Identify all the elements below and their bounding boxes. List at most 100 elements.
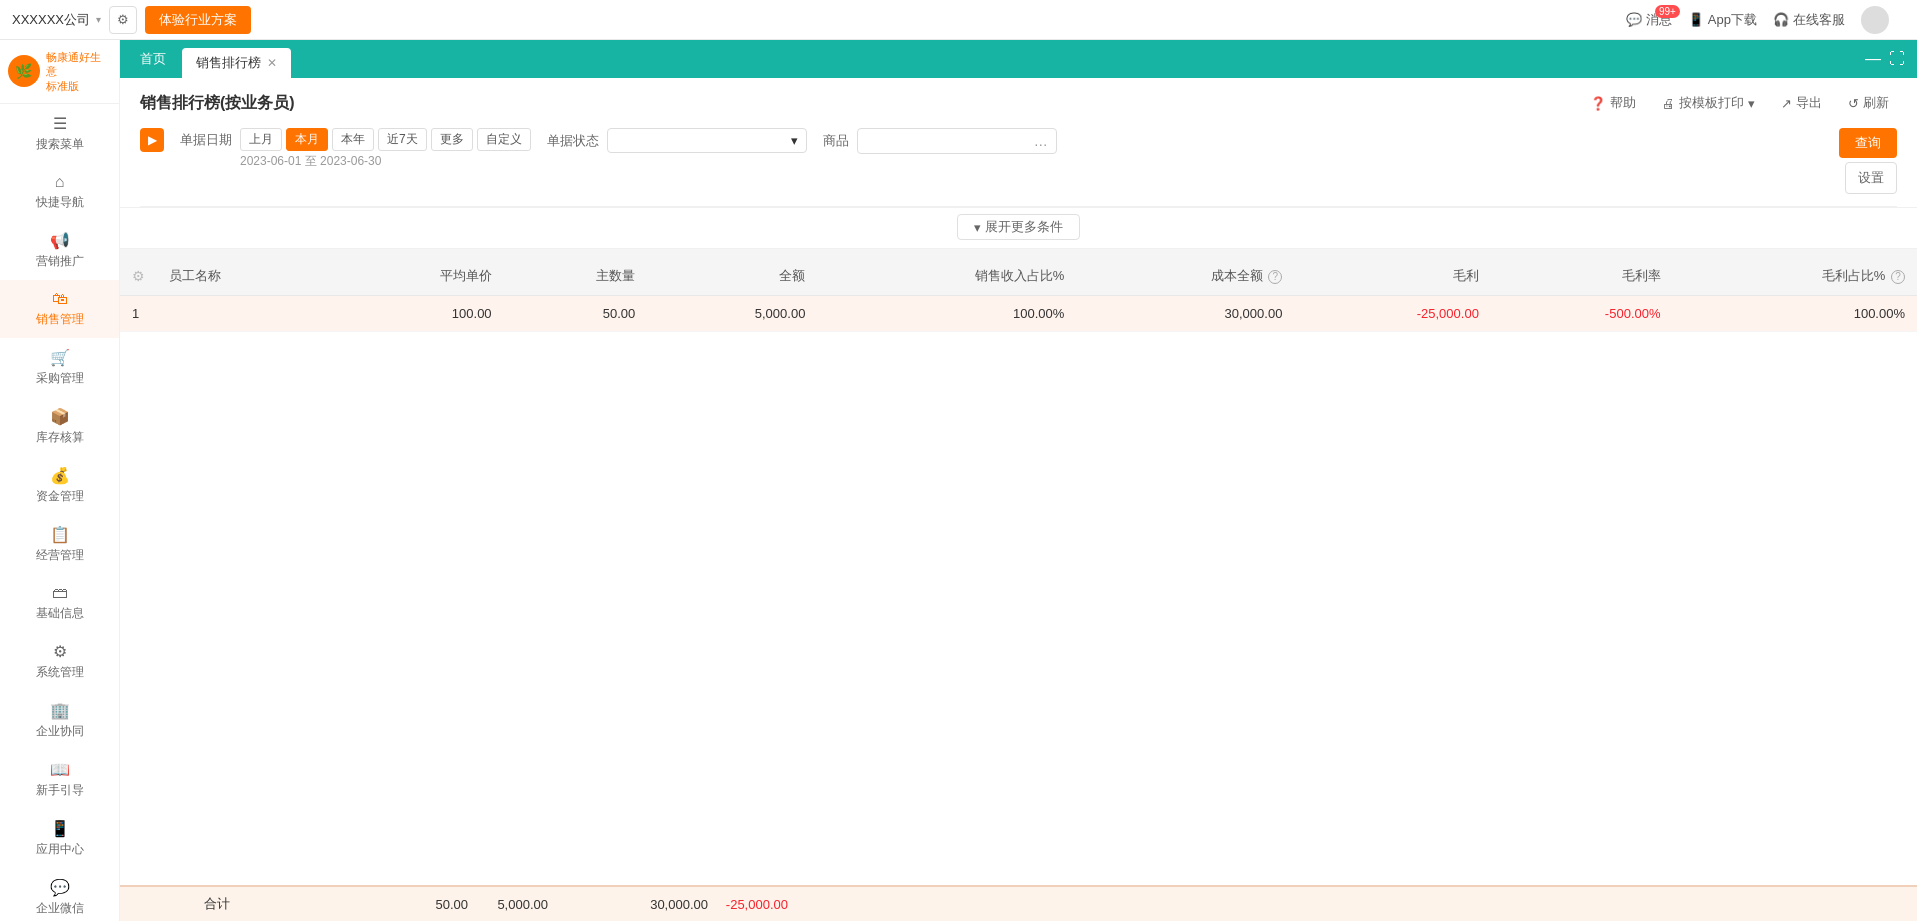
date-btn-more[interactable]: 更多 [431, 128, 473, 151]
gear-icon: ⚙ [53, 642, 67, 661]
date-btn-this-month[interactable]: 本月 [286, 128, 328, 151]
table-footer: 合计 50.00 5,000.00 30,000.00 -25,000.00 [120, 885, 1917, 921]
date-filter-group: 单据日期 上月 本月 本年 近7天 更多 自定义 [180, 128, 531, 170]
sidebar: 🌿 畅康通好生意 标准版 ☰ 搜索菜单 ⌂ 快捷导航 📢 营销推广 🛍 销售管理… [0, 40, 120, 921]
page-title: 销售排行榜(按业务员) [140, 93, 295, 114]
footer-amount: 5,000.00 [484, 897, 564, 912]
chevron-down-icon: ▾ [96, 14, 101, 25]
status-select[interactable]: ▾ [607, 128, 807, 153]
status-select-arrow: ▾ [791, 133, 798, 148]
tab-bar-right: — ⛶ [1865, 50, 1913, 68]
export-button[interactable]: ↗ 导出 [1773, 90, 1830, 116]
sidebar-item-sales[interactable]: 🛍 销售管理 [0, 280, 119, 338]
tab-home[interactable]: 首页 [124, 40, 182, 78]
sidebar-item-wechat[interactable]: 💬 企业微信 [0, 868, 119, 921]
col-qty: 主数量 [504, 257, 648, 296]
page-actions: ❓ 帮助 🖨 按模板打印 ▾ ↗ 导出 ↺ [1582, 90, 1897, 116]
date-btn-custom[interactable]: 自定义 [477, 128, 531, 151]
date-btn-this-year[interactable]: 本年 [332, 128, 374, 151]
refresh-icon: ↺ [1848, 96, 1859, 111]
sidebar-item-basic-info[interactable]: 🗃 基础信息 [0, 574, 119, 632]
grosspct-info-icon[interactable]: ? [1891, 270, 1905, 284]
top-bar: XXXXXX公司 ▾ ⚙ 体验行业方案 💬 消息 99+ 📱 App下载 🎧 在… [0, 0, 1917, 40]
cell-gross-pct: 100.00% [1673, 296, 1917, 332]
avatar[interactable] [1861, 6, 1889, 34]
wechat-icon: 💬 [50, 878, 70, 897]
tab-sales-rank[interactable]: 销售排行榜 ✕ [182, 48, 291, 78]
date-btn-7days[interactable]: 近7天 [378, 128, 427, 151]
sidebar-item-guide[interactable]: 📖 新手引导 [0, 750, 119, 809]
print-chevron-icon: ▾ [1748, 96, 1755, 111]
table-area: ⚙ 员工名称 平均单价 主数量 [120, 257, 1917, 885]
sidebar-item-inventory[interactable]: 📦 库存核算 [0, 397, 119, 456]
date-btn-group: 上月 本月 本年 近7天 更多 自定义 [240, 128, 531, 151]
company-name: XXXXXX公司 [12, 11, 90, 29]
content-area: 首页 销售排行榜 ✕ — ⛶ 销售排行榜(按业务员) ❓ 帮助 [120, 40, 1917, 921]
page-settings-button[interactable]: 设置 [1845, 162, 1897, 194]
expand-more-row: ▾ 展开更多条件 [120, 208, 1917, 249]
footer-qty: 50.00 [404, 897, 484, 912]
megaphone-icon: 📢 [50, 231, 70, 250]
col-sales-pct: 销售收入占比% [817, 257, 1076, 296]
cell-gross-rate: -500.00% [1491, 296, 1673, 332]
expand-icon: ▾ [974, 220, 981, 235]
company-selector[interactable]: XXXXXX公司 ▾ [12, 11, 101, 29]
sidebar-item-marketing[interactable]: 📢 营销推广 [0, 221, 119, 280]
mobile-icon: 📱 [1688, 12, 1704, 27]
online-support-button[interactable]: 🎧 在线客服 [1773, 11, 1845, 29]
date-btn-prev-month[interactable]: 上月 [240, 128, 282, 151]
clipboard-icon: 📋 [50, 525, 70, 544]
sidebar-item-operation[interactable]: 📋 经营管理 [0, 515, 119, 574]
status-filter-group: 单据状态 ▾ [547, 128, 807, 153]
help-icon: ❓ [1590, 96, 1606, 111]
print-button[interactable]: 🖨 按模板打印 ▾ [1654, 90, 1763, 116]
col-name: 员工名称 [157, 257, 330, 296]
filter-toggle-button[interactable]: ▶ [140, 128, 164, 152]
headset-icon: 🎧 [1773, 12, 1789, 27]
trial-button[interactable]: 体验行业方案 [145, 6, 251, 34]
message-icon: 💬 [1626, 12, 1642, 27]
help-button[interactable]: ❓ 帮助 [1582, 90, 1644, 116]
cost-info-icon[interactable]: ? [1268, 270, 1282, 284]
col-avg-price: 平均单价 [330, 257, 503, 296]
sidebar-item-app-center[interactable]: 📱 应用中心 [0, 809, 119, 868]
sidebar-item-quick-nav[interactable]: ⌂ 快捷导航 [0, 163, 119, 221]
building-icon: 🏢 [50, 701, 70, 720]
col-gross-pct: 毛利占比% ? [1673, 257, 1917, 296]
col-gross-rate: 毛利率 [1491, 257, 1673, 296]
app-download-button[interactable]: 📱 App下载 [1688, 11, 1757, 29]
refresh-button[interactable]: ↺ 刷新 [1840, 90, 1897, 116]
footer-label: 合计 [204, 895, 324, 913]
message-button[interactable]: 💬 消息 99+ [1626, 11, 1672, 29]
footer-sales-pct [564, 897, 644, 912]
filter-bar: ▶ 单据日期 上月 本月 本年 近7天 更多 [140, 128, 1897, 207]
top-right-area: 💬 消息 99+ 📱 App下载 🎧 在线客服 [1626, 6, 1905, 34]
message-badge: 99+ [1655, 5, 1680, 18]
tab-maximize-button[interactable]: ⛶ [1889, 50, 1905, 68]
logo-text: 畅康通好生意 标准版 [46, 50, 111, 93]
sidebar-item-enterprise[interactable]: 🏢 企业协同 [0, 691, 119, 750]
tab-close-icon[interactable]: ✕ [267, 56, 277, 70]
goods-more-icon[interactable]: … [1034, 133, 1048, 149]
cell-amount: 5,000.00 [647, 296, 817, 332]
sidebar-item-purchase[interactable]: 🛒 采购管理 [0, 338, 119, 397]
settings-button[interactable]: ⚙ [109, 6, 137, 34]
expand-more-button[interactable]: ▾ 展开更多条件 [957, 214, 1080, 240]
column-settings-icon[interactable]: ⚙ [132, 268, 145, 284]
money-icon: 💰 [50, 466, 70, 485]
tab-minimize-button[interactable]: — [1865, 50, 1881, 68]
book-icon: 📖 [50, 760, 70, 779]
home-icon: ⌂ [55, 173, 65, 191]
sidebar-item-system[interactable]: ⚙ 系统管理 [0, 632, 119, 691]
sidebar-item-search-order[interactable]: ☰ 搜索菜单 [0, 104, 119, 163]
footer-avg-price [324, 897, 404, 912]
app-icon: 📱 [50, 819, 70, 838]
footer-cost: 30,000.00 [644, 897, 724, 912]
sidebar-item-finance[interactable]: 💰 资金管理 [0, 456, 119, 515]
cell-sales-pct: 100.00% [817, 296, 1076, 332]
query-button[interactable]: 查询 [1839, 128, 1897, 158]
sidebar-logo: 🌿 畅康通好生意 标准版 [0, 40, 119, 104]
cell-rank: 1 [120, 296, 157, 332]
goods-input[interactable]: … [857, 128, 1057, 154]
goods-filter-group: 商品 … [823, 128, 1057, 154]
